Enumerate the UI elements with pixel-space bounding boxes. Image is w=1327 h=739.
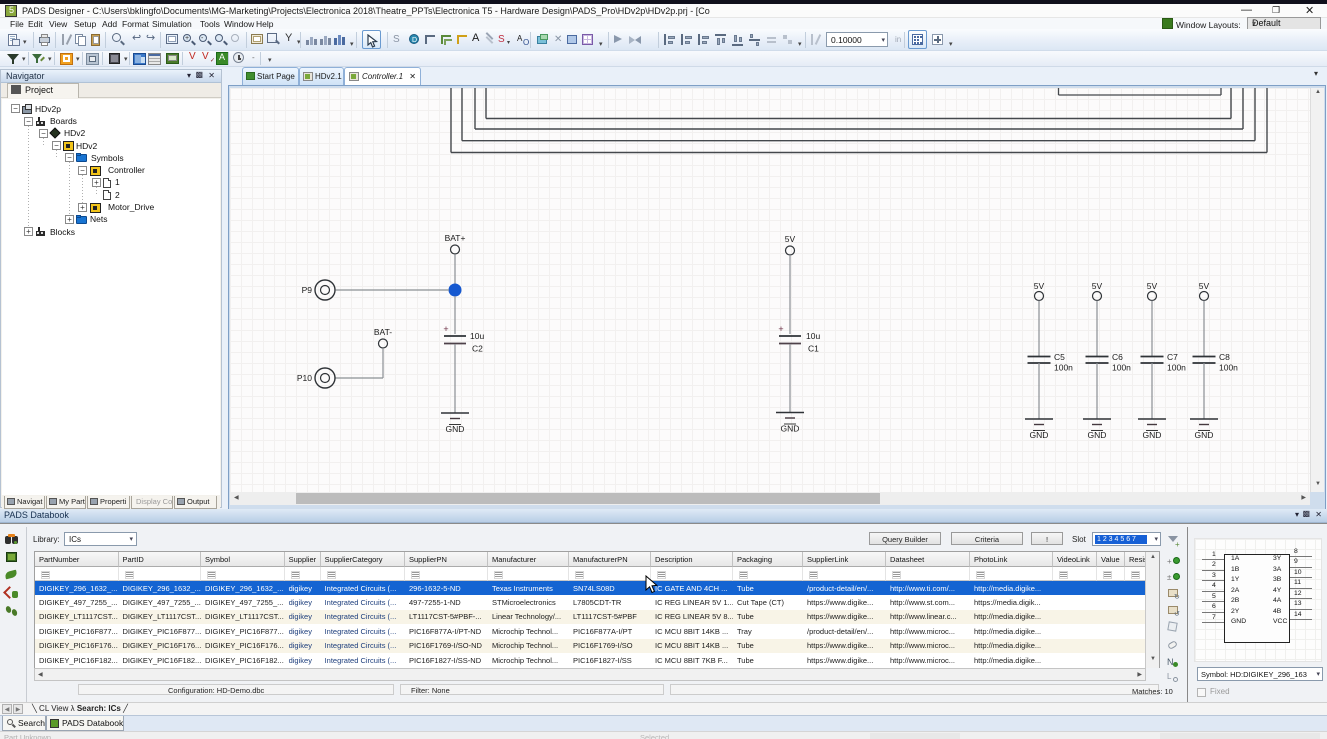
svg-text:5V: 5V <box>1092 281 1103 291</box>
svg-text:C5: C5 <box>1054 352 1065 362</box>
svg-text:5V: 5V <box>1199 281 1210 291</box>
svg-text:BAT+: BAT+ <box>445 233 466 243</box>
svg-text:P10: P10 <box>297 373 312 383</box>
svg-text:P9: P9 <box>302 285 313 295</box>
svg-text:C8: C8 <box>1219 352 1230 362</box>
svg-text:100n: 100n <box>1167 363 1186 373</box>
svg-text:C7: C7 <box>1167 352 1178 362</box>
svg-text:BAT-: BAT- <box>374 327 392 337</box>
svg-text:C6: C6 <box>1112 352 1123 362</box>
svg-text:GND: GND <box>446 424 465 434</box>
svg-text:C1: C1 <box>808 344 819 354</box>
svg-text:GND: GND <box>1030 430 1049 440</box>
svg-text:GND: GND <box>1088 430 1107 440</box>
svg-text:+: + <box>443 324 448 334</box>
svg-text:C2: C2 <box>472 344 483 354</box>
svg-text:5V: 5V <box>1147 281 1158 291</box>
svg-text:+: + <box>778 324 783 334</box>
svg-text:5V: 5V <box>1034 281 1045 291</box>
svg-text:GND: GND <box>1143 430 1162 440</box>
svg-text:GND: GND <box>781 424 800 434</box>
svg-text:10u: 10u <box>470 331 484 341</box>
svg-text:100n: 100n <box>1054 363 1073 373</box>
svg-text:GND: GND <box>1195 430 1214 440</box>
svg-text:5V: 5V <box>785 234 796 244</box>
svg-text:100n: 100n <box>1219 363 1238 373</box>
svg-text:100n: 100n <box>1112 363 1131 373</box>
svg-text:10u: 10u <box>806 331 820 341</box>
